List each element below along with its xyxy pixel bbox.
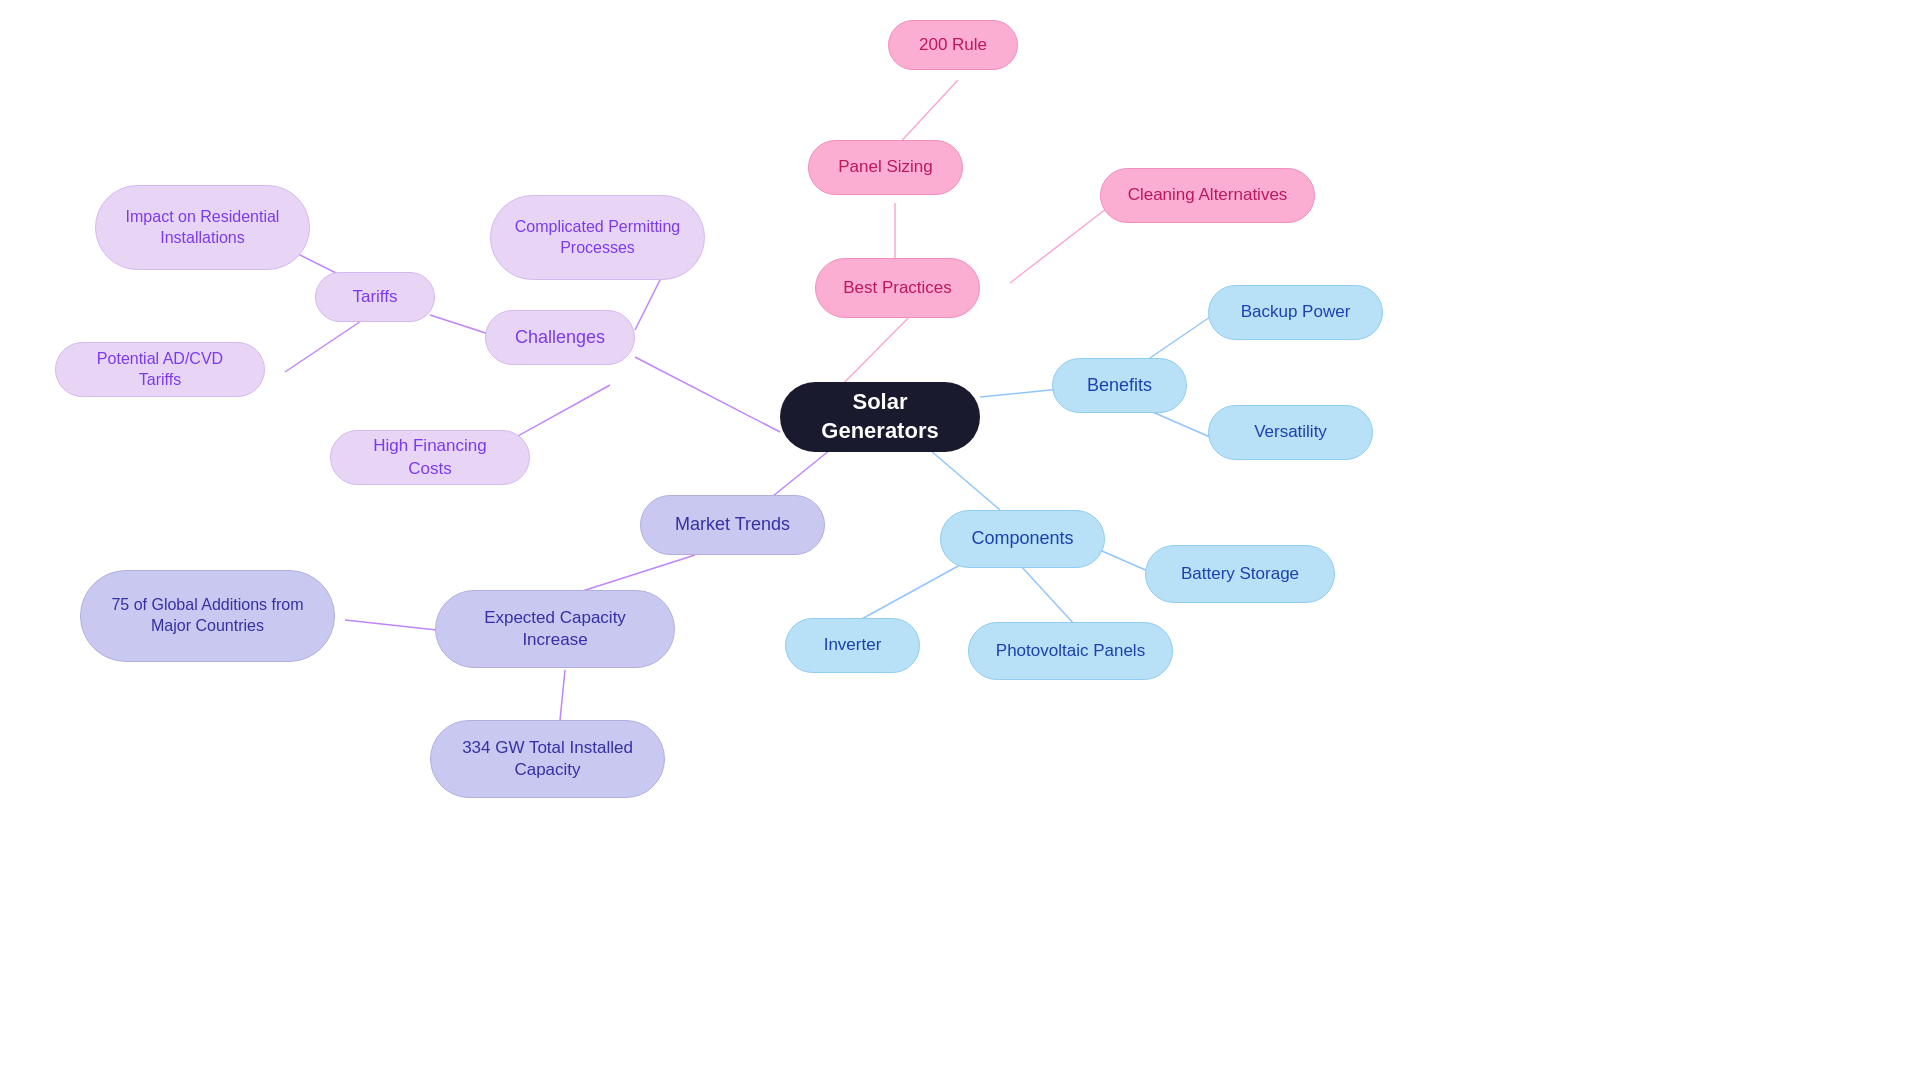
svg-line-20 xyxy=(560,670,565,720)
svg-line-15 xyxy=(860,565,960,620)
svg-line-16 xyxy=(1020,565,1075,625)
rule200-node: 200 Rule xyxy=(888,20,1018,70)
challenges-node: Challenges xyxy=(485,310,635,365)
capacity334-node: 334 GW Total Installed Capacity xyxy=(430,720,665,798)
global75-node: 75 of Global Additions from Major Countr… xyxy=(80,570,335,662)
svg-line-8 xyxy=(895,80,958,148)
center-node: Solar Generators xyxy=(780,382,980,452)
backuppower-node: Backup Power xyxy=(1208,285,1383,340)
bestpractices-node: Best Practices xyxy=(815,258,980,318)
potential-node: Potential AD/CVD Tariffs xyxy=(55,342,265,397)
inverter-node: Inverter xyxy=(785,618,920,673)
permitting-node: Complicated Permitting Processes xyxy=(490,195,705,280)
benefits-node: Benefits xyxy=(1052,358,1187,413)
financing-node: High Financing Costs xyxy=(330,430,530,485)
impact-node: Impact on Residential Installations xyxy=(95,185,310,270)
components-node: Components xyxy=(940,510,1105,568)
panelsizing-node: Panel Sizing xyxy=(808,140,963,195)
svg-line-10 xyxy=(980,389,1060,397)
svg-line-0 xyxy=(635,357,780,432)
svg-line-18 xyxy=(570,555,695,595)
svg-line-5 xyxy=(285,315,370,372)
versatility-node: Versatility xyxy=(1208,405,1373,460)
cleaning-node: Cleaning Alternatives xyxy=(1100,168,1315,223)
markettrends-node: Market Trends xyxy=(640,495,825,555)
svg-line-9 xyxy=(1010,202,1115,283)
batterystorage-node: Battery Storage xyxy=(1145,545,1335,603)
photovoltaic-node: Photovoltaic Panels xyxy=(968,622,1173,680)
svg-line-13 xyxy=(930,450,1000,510)
tariffs-node: Tariffs xyxy=(315,272,435,322)
expectedcapacity-node: Expected Capacity Increase xyxy=(435,590,675,668)
